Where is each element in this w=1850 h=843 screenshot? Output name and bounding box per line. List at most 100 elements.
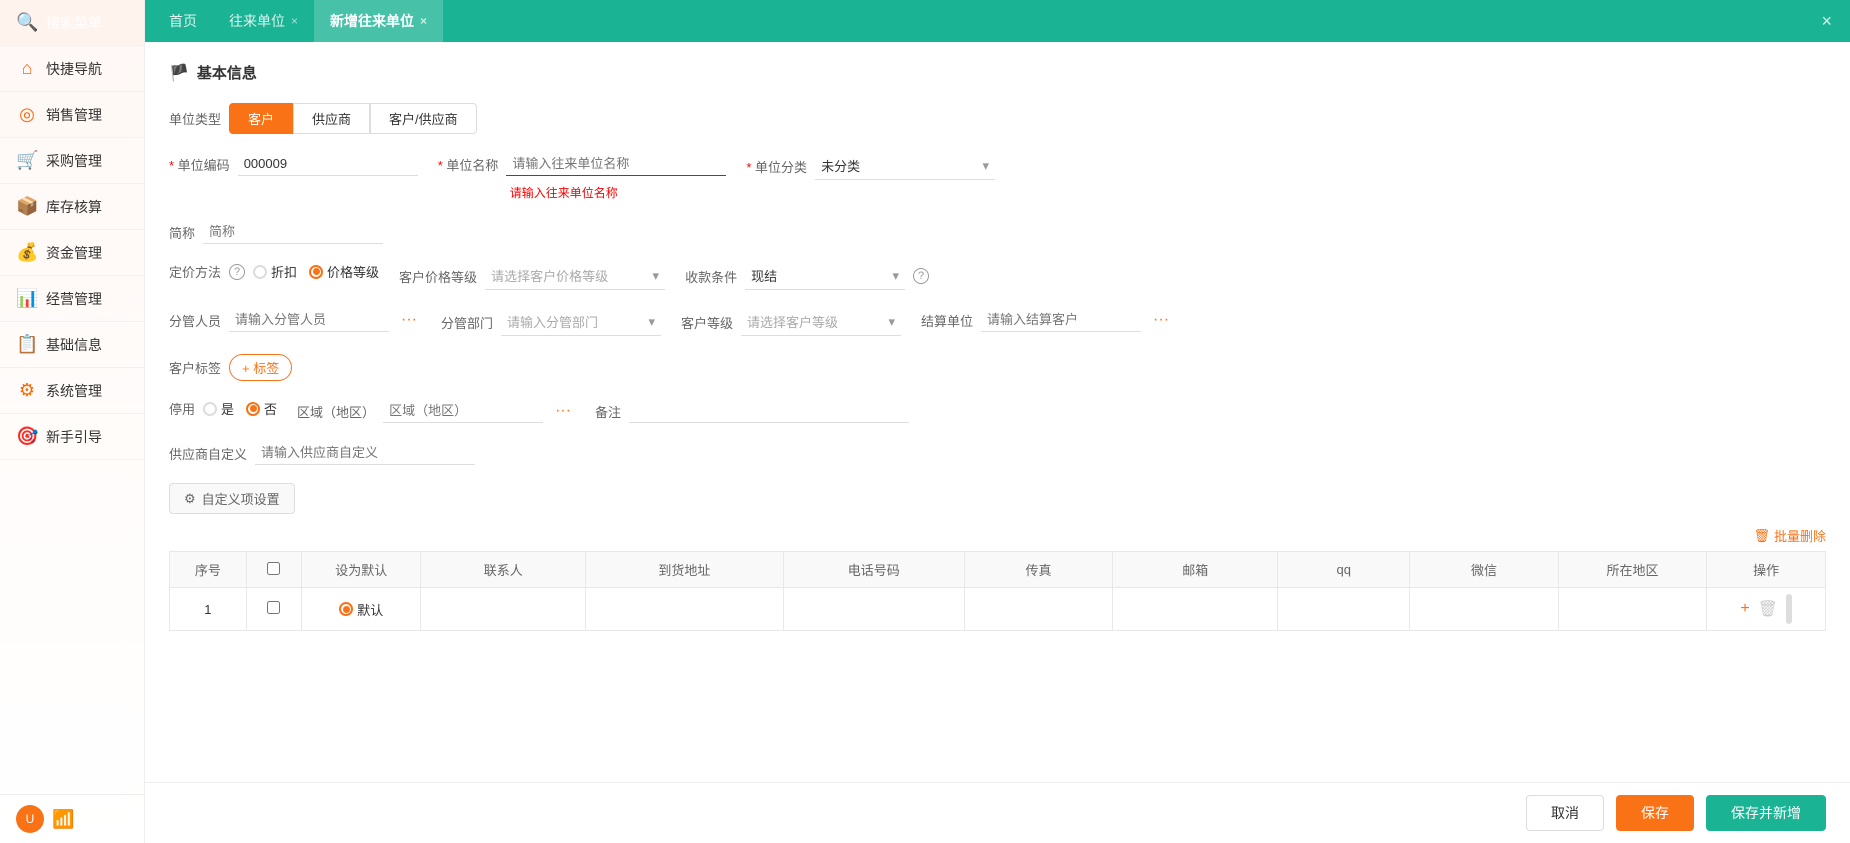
settlement-input[interactable] bbox=[981, 308, 1141, 332]
supplier-custom-row: 供应商自定义 bbox=[169, 441, 1826, 465]
region-input[interactable] bbox=[383, 399, 543, 423]
payment-help-icon[interactable]: ? bbox=[913, 268, 929, 284]
radio-discount[interactable]: 折扣 bbox=[253, 262, 297, 281]
remark-group: 备注 bbox=[595, 399, 909, 423]
tab-partners-label: 往来单位 bbox=[229, 11, 285, 31]
main-area: 首页 往来单位 × 新增往来单位 × × 🏴 基本信息 单位类型 客户 供应商 … bbox=[145, 0, 1850, 843]
chevron-down-icon4: ▾ bbox=[648, 314, 655, 330]
customer-level-label: 客户等级 bbox=[681, 313, 733, 332]
section-title-text: 基本信息 bbox=[197, 62, 257, 83]
sidebar-item-finance[interactable]: 💰 资金管理 bbox=[0, 230, 144, 276]
unit-category-select[interactable]: 未分类 ▾ bbox=[815, 152, 995, 180]
gear-icon: ⚙ bbox=[184, 491, 196, 507]
supplier-custom-label: 供应商自定义 bbox=[169, 444, 247, 463]
wechat-input[interactable] bbox=[1449, 603, 1519, 617]
drag-handle[interactable] bbox=[1786, 594, 1792, 624]
cancel-button[interactable]: 取消 bbox=[1526, 795, 1604, 831]
qq-input[interactable] bbox=[1314, 603, 1374, 617]
sidebar-item-purchase[interactable]: 🛒 采购管理 bbox=[0, 138, 144, 184]
pricing-help-icon[interactable]: ? bbox=[229, 264, 245, 280]
sidebar: 🔍 搜索菜单 ⌂ 快捷导航 ◎ 销售管理 🛒 采购管理 📦 库存核算 💰 资金管… bbox=[0, 0, 145, 843]
email-input[interactable] bbox=[1155, 603, 1235, 617]
unit-name-input[interactable] bbox=[506, 152, 726, 176]
default-radio[interactable] bbox=[339, 602, 353, 616]
save-button[interactable]: 保存 bbox=[1616, 795, 1694, 831]
manager-group: 分管人员 ··· bbox=[169, 308, 421, 332]
sidebar-item-system[interactable]: ⚙ 系统管理 bbox=[0, 368, 144, 414]
tab-partners-close[interactable]: × bbox=[291, 14, 298, 28]
customer-level-select[interactable]: 请选择客户等级 ▾ bbox=[741, 308, 901, 336]
manager-more-button[interactable]: ··· bbox=[397, 311, 421, 329]
add-row-button[interactable]: + bbox=[1740, 600, 1749, 618]
radio-yes[interactable]: 是 bbox=[203, 399, 234, 418]
sidebar-item-basic[interactable]: 📋 基础信息 bbox=[0, 322, 144, 368]
payment-terms-select[interactable]: 现结 ▾ bbox=[745, 262, 905, 290]
code-name-category-row: 单位编码 单位名称 请输入往来单位名称 单位分类 未分类 ▾ bbox=[169, 152, 1826, 202]
abbr-input[interactable] bbox=[203, 220, 383, 244]
cell-fax[interactable] bbox=[964, 588, 1113, 631]
tab-close-all-button[interactable]: × bbox=[1811, 11, 1842, 32]
tab-partners[interactable]: 往来单位 × bbox=[213, 0, 314, 42]
pricing-method-label: 定价方法 bbox=[169, 262, 221, 281]
sidebar-item-inventory[interactable]: 📦 库存核算 bbox=[0, 184, 144, 230]
type-btn-both[interactable]: 客户/供应商 bbox=[370, 103, 477, 134]
sidebar-item-quicknav[interactable]: ⌂ 快捷导航 bbox=[0, 46, 144, 92]
type-btn-customer[interactable]: 客户 bbox=[229, 103, 293, 134]
sidebar-item-label: 采购管理 bbox=[46, 151, 102, 171]
tab-new-partner[interactable]: 新增往来单位 × bbox=[314, 0, 443, 42]
type-btn-supplier[interactable]: 供应商 bbox=[293, 103, 370, 134]
supplier-custom-input[interactable] bbox=[255, 441, 475, 465]
sidebar-item-search[interactable]: 🔍 搜索菜单 bbox=[0, 0, 144, 46]
contact-input[interactable] bbox=[463, 603, 543, 617]
add-tag-button[interactable]: + 标签 bbox=[229, 354, 292, 381]
row-checkbox[interactable] bbox=[267, 601, 280, 614]
region-more-button[interactable]: ··· bbox=[551, 402, 575, 420]
save-and-new-button[interactable]: 保存并新增 bbox=[1706, 795, 1826, 831]
sidebar-item-label: 库存核算 bbox=[46, 197, 102, 217]
pricing-method-group: 定价方法 ? 折扣 价格等级 bbox=[169, 262, 379, 281]
unit-category-value: 未分类 bbox=[821, 156, 860, 175]
home-icon: ⌂ bbox=[16, 58, 38, 79]
sidebar-item-guide[interactable]: 🎯 新手引导 bbox=[0, 414, 144, 460]
cell-email[interactable] bbox=[1113, 588, 1278, 631]
payment-terms-value: 现结 bbox=[751, 266, 777, 285]
region-group: 区域（地区） ··· bbox=[297, 399, 575, 423]
phone-input[interactable] bbox=[829, 603, 919, 617]
sidebar-item-sales[interactable]: ◎ 销售管理 bbox=[0, 92, 144, 138]
radio-no[interactable]: 否 bbox=[246, 399, 277, 418]
unit-code-group: 单位编码 bbox=[169, 152, 418, 176]
col-email: 邮箱 bbox=[1113, 552, 1278, 588]
address-input[interactable] bbox=[634, 603, 734, 617]
department-select[interactable]: 请输入分管部门 ▾ bbox=[501, 308, 661, 336]
sidebar-item-operations[interactable]: 📊 经营管理 bbox=[0, 276, 144, 322]
fax-input[interactable] bbox=[1004, 603, 1074, 617]
custom-settings-button[interactable]: ⚙ 自定义项设置 bbox=[169, 483, 295, 514]
settlement-more-button[interactable]: ··· bbox=[1149, 311, 1173, 329]
settlement-group: 结算单位 ··· bbox=[921, 308, 1173, 332]
tab-bar: 首页 往来单位 × 新增往来单位 × × bbox=[145, 0, 1850, 42]
cell-contact[interactable] bbox=[421, 588, 586, 631]
sidebar-item-label: 资金管理 bbox=[46, 243, 102, 263]
cell-region[interactable] bbox=[1558, 588, 1707, 631]
cell-phone[interactable] bbox=[783, 588, 964, 631]
customer-level-group: 客户等级 请选择客户等级 ▾ bbox=[681, 308, 901, 336]
unit-type-group: 单位类型 客户 供应商 客户/供应商 bbox=[169, 103, 477, 134]
cell-address[interactable] bbox=[586, 588, 783, 631]
customer-price-level-select[interactable]: 请选择客户价格等级 ▾ bbox=[485, 262, 665, 290]
system-icon: ⚙ bbox=[16, 380, 38, 401]
sidebar-item-label: 系统管理 bbox=[46, 381, 102, 401]
tab-new-partner-close[interactable]: × bbox=[420, 14, 427, 28]
radio-price-level[interactable]: 价格等级 bbox=[309, 262, 379, 281]
manager-input[interactable] bbox=[229, 308, 389, 332]
remark-input[interactable] bbox=[629, 399, 909, 423]
region-row-input[interactable] bbox=[1598, 603, 1668, 617]
batch-delete-button[interactable]: 🗑 批量删除 bbox=[1753, 526, 1826, 545]
tab-home[interactable]: 首页 bbox=[153, 0, 213, 42]
cell-wechat[interactable] bbox=[1410, 588, 1559, 631]
abbr-label: 简称 bbox=[169, 223, 195, 242]
unit-code-input[interactable] bbox=[238, 152, 418, 176]
delete-row-button[interactable]: 🗑 bbox=[1758, 599, 1778, 619]
sidebar-item-label: 基础信息 bbox=[46, 335, 102, 355]
select-all-checkbox[interactable] bbox=[267, 562, 280, 575]
cell-qq[interactable] bbox=[1278, 588, 1410, 631]
